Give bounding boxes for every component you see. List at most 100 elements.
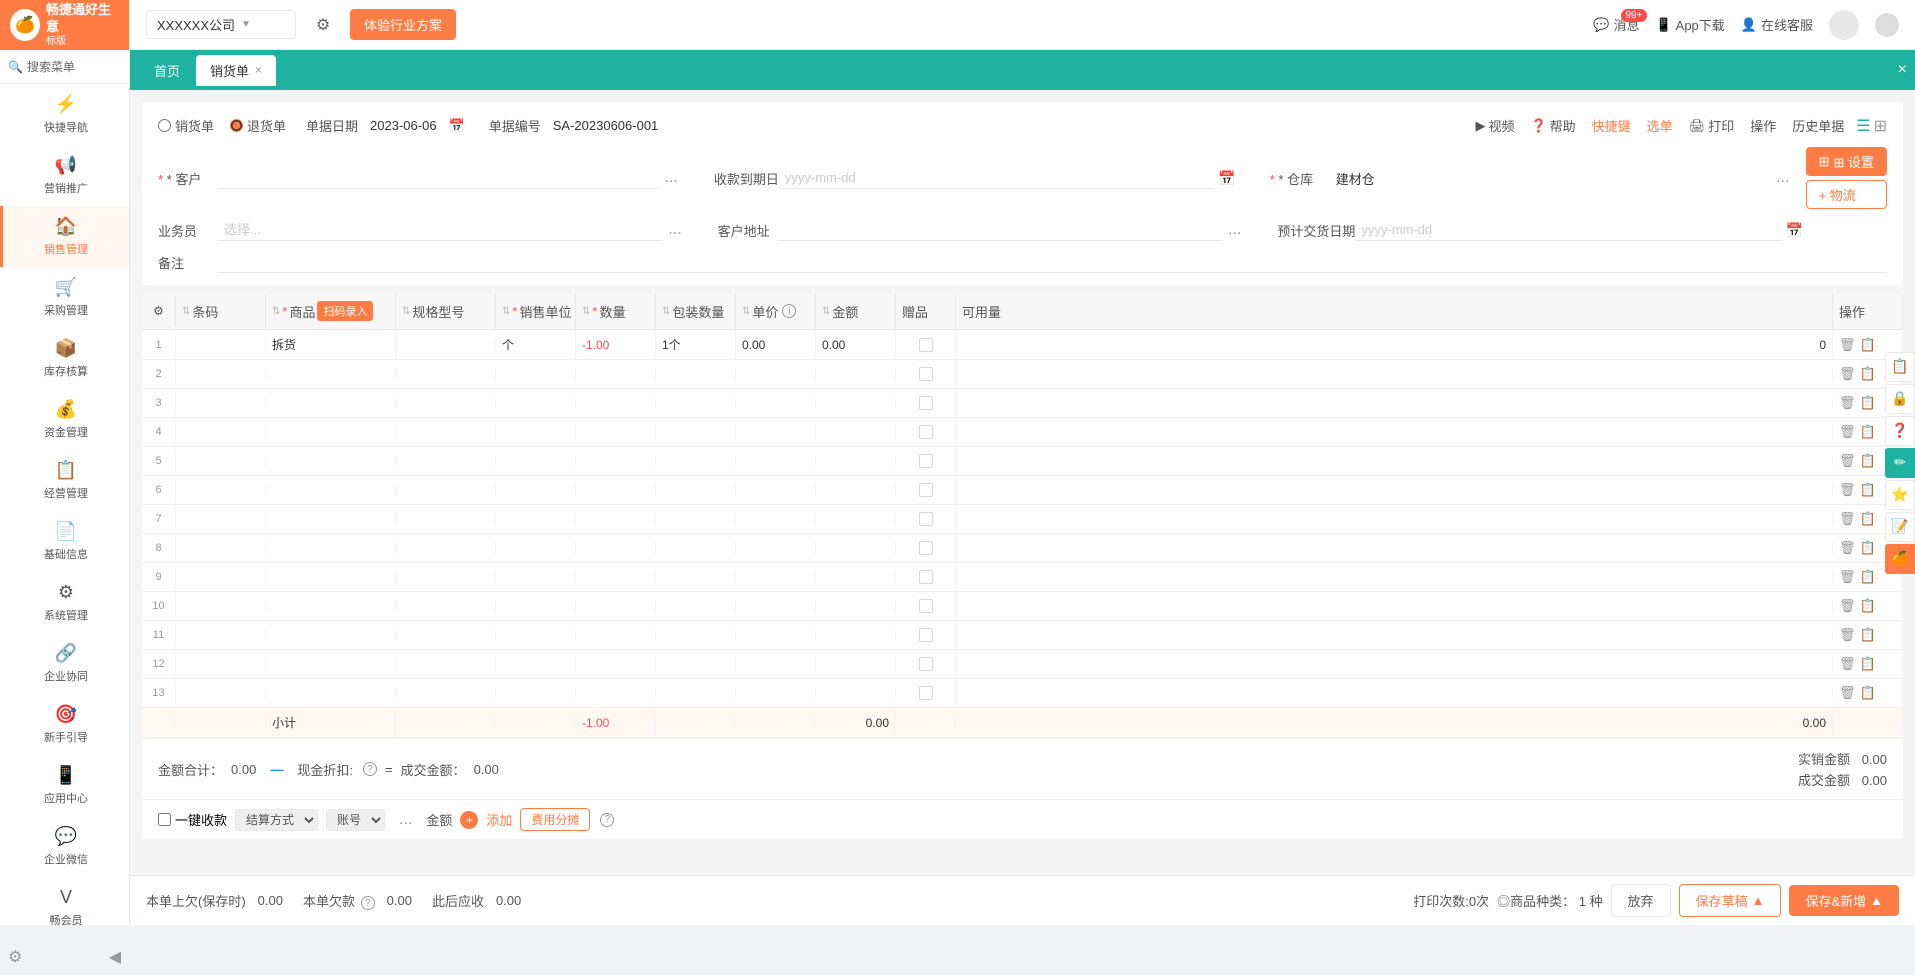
addr-more-icon[interactable]: ... [1222, 221, 1247, 239]
delete-icon-8[interactable]: 🗑 [1839, 569, 1856, 585]
gift-checkbox-4[interactable] [919, 454, 933, 468]
td-price-1[interactable] [736, 368, 816, 380]
collapse-icon[interactable]: ◀ [109, 947, 121, 967]
td-spec-6[interactable] [396, 513, 496, 525]
payment-more-icon[interactable]: ... [393, 811, 418, 829]
td-unit-11[interactable] [496, 658, 576, 670]
td-gift-2[interactable] [896, 390, 956, 416]
th-settings[interactable]: ⚙ [142, 296, 176, 326]
td-packqty-3[interactable] [656, 426, 736, 438]
td-price-4[interactable] [736, 455, 816, 467]
copy-icon-11[interactable]: 📋 [1860, 656, 1876, 672]
td-unit-6[interactable] [496, 513, 576, 525]
td-price-3[interactable] [736, 426, 816, 438]
radio-return[interactable]: 退货单 [230, 116, 286, 135]
gift-checkbox-9[interactable] [919, 599, 933, 613]
delete-icon-6[interactable]: 🗑 [1839, 511, 1856, 527]
td-price-5[interactable] [736, 484, 816, 496]
td-qty-5[interactable] [576, 484, 656, 496]
copy-icon-6[interactable]: 📋 [1860, 511, 1876, 527]
td-gift-0[interactable] [896, 332, 956, 358]
td-qty-11[interactable] [576, 658, 656, 670]
app-download-button[interactable]: 📱 App下载 [1655, 15, 1724, 34]
gift-checkbox-10[interactable] [919, 628, 933, 642]
tab-home[interactable]: 首页 [138, 53, 196, 88]
warehouse-more-icon[interactable]: ... [1770, 169, 1795, 187]
td-spec-3[interactable] [396, 426, 496, 438]
td-product-4[interactable] [266, 455, 396, 467]
td-packqty-5[interactable] [656, 484, 736, 496]
td-spec-5[interactable] [396, 484, 496, 496]
gift-checkbox-7[interactable] [919, 541, 933, 555]
payment-due-calendar-icon[interactable]: 📅 [1214, 170, 1239, 187]
td-qty-3[interactable] [576, 426, 656, 438]
td-qty-7[interactable] [576, 542, 656, 554]
td-amount-12[interactable] [816, 687, 896, 699]
sidebar-item-快捷导航[interactable]: ⚡快捷导航 [0, 84, 129, 145]
td-qty-6[interactable] [576, 513, 656, 525]
expected-date-input[interactable] [1355, 219, 1781, 241]
td-qty-8[interactable] [576, 571, 656, 583]
avatar[interactable] [1829, 10, 1859, 40]
payment-due-input[interactable] [779, 167, 1214, 189]
td-amount-11[interactable] [816, 658, 896, 670]
td-unit-3[interactable] [496, 426, 576, 438]
td-gift-9[interactable] [896, 593, 956, 619]
customer-input[interactable] [218, 167, 659, 189]
ops-button[interactable]: 操作 [1746, 114, 1780, 137]
td-unit-0[interactable]: 个 [496, 330, 576, 359]
grid-view-icon[interactable]: ⊞ [1874, 116, 1887, 136]
sidebar-search[interactable]: 🔍 搜索菜单 [0, 50, 129, 84]
gift-checkbox-5[interactable] [919, 483, 933, 497]
td-packqty-0[interactable]: 1个 [656, 330, 736, 359]
td-barcode-6[interactable] [176, 513, 266, 525]
td-spec-4[interactable] [396, 455, 496, 467]
sidebar-item-企业微信[interactable]: 💬企业微信 [0, 816, 129, 877]
td-gift-11[interactable] [896, 651, 956, 677]
float-btn-4[interactable]: ✏ [1885, 448, 1915, 478]
td-amount-7[interactable] [816, 542, 896, 554]
td-amount-0[interactable]: 0.00 [816, 332, 896, 358]
td-spec-11[interactable] [396, 658, 496, 670]
td-unit-8[interactable] [496, 571, 576, 583]
td-qty-12[interactable] [576, 687, 656, 699]
one-click-checkbox[interactable] [158, 813, 171, 826]
delete-icon-9[interactable]: 🗑 [1839, 598, 1856, 614]
sidebar-item-经营管理[interactable]: 📋经营管理 [0, 450, 129, 511]
gift-checkbox-1[interactable] [919, 367, 933, 381]
sidebar-item-资金管理[interactable]: 💰资金管理 [0, 389, 129, 450]
td-packqty-9[interactable] [656, 600, 736, 612]
sidebar-item-系统管理[interactable]: ⚙系统管理 [0, 572, 129, 633]
td-barcode-10[interactable] [176, 629, 266, 641]
gift-checkbox-12[interactable] [919, 686, 933, 700]
gift-checkbox-3[interactable] [919, 425, 933, 439]
td-unit-12[interactable] [496, 687, 576, 699]
td-amount-4[interactable] [816, 455, 896, 467]
salesperson-input[interactable] [218, 219, 662, 241]
print-button[interactable]: 🖨 打印 [1685, 114, 1739, 137]
customer-more-icon[interactable]: ... [659, 169, 684, 187]
payment-account-select[interactable]: 账号 [326, 809, 385, 831]
float-btn-1[interactable]: 📋 [1885, 352, 1915, 382]
td-product-12[interactable] [266, 687, 396, 699]
td-gift-5[interactable] [896, 477, 956, 503]
copy-icon-7[interactable]: 📋 [1860, 540, 1876, 556]
td-barcode-12[interactable] [176, 687, 266, 699]
td-spec-8[interactable] [396, 571, 496, 583]
td-product-5[interactable] [266, 484, 396, 496]
calendar-icon[interactable]: 📅 [449, 118, 465, 134]
delete-icon-4[interactable]: 🗑 [1839, 453, 1856, 469]
td-barcode-1[interactable] [176, 368, 266, 380]
td-product-1[interactable] [266, 368, 396, 380]
topbar-gear-button[interactable]: ⚙ [308, 10, 338, 40]
td-spec-1[interactable] [396, 368, 496, 380]
td-amount-1[interactable] [816, 368, 896, 380]
td-amount-6[interactable] [816, 513, 896, 525]
copy-icon-8[interactable]: 📋 [1860, 569, 1876, 585]
payment-method-select[interactable]: 结算方式 [235, 809, 318, 831]
sidebar-item-企业协同[interactable]: 🔗企业协同 [0, 633, 129, 694]
td-unit-9[interactable] [496, 600, 576, 612]
td-packqty-6[interactable] [656, 513, 736, 525]
td-packqty-7[interactable] [656, 542, 736, 554]
tab-close-icon[interactable]: × [255, 63, 262, 77]
